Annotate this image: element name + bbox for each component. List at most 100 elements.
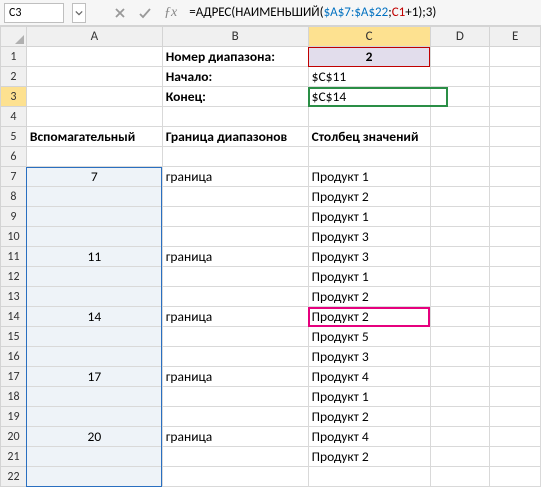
- cell[interactable]: [430, 287, 490, 307]
- cell-boundary[interactable]: [162, 347, 308, 367]
- cell-value[interactable]: Продукт 2: [308, 307, 430, 327]
- cell[interactable]: [490, 447, 541, 467]
- cell-value[interactable]: Продукт 2: [308, 447, 430, 467]
- row-header[interactable]: 9: [1, 207, 27, 227]
- formula-input[interactable]: =АДРЕС(НАИМЕНЬШИЙ($A$7:$A$22;C1+1);3): [185, 5, 537, 20]
- cell[interactable]: [490, 347, 541, 367]
- row-header[interactable]: 16: [1, 347, 27, 367]
- cell-aux[interactable]: [26, 347, 162, 367]
- cell[interactable]: [490, 407, 541, 427]
- row-header[interactable]: 5: [1, 127, 27, 147]
- cell-aux[interactable]: [26, 267, 162, 287]
- cell[interactable]: [430, 467, 490, 487]
- cell[interactable]: [430, 147, 490, 167]
- cell-boundary[interactable]: граница: [162, 247, 308, 267]
- cell-end-value[interactable]: $C$14: [308, 87, 430, 107]
- cell-boundary[interactable]: [162, 387, 308, 407]
- cell-range-number-value[interactable]: 2: [308, 47, 430, 67]
- row-header[interactable]: 14: [1, 307, 27, 327]
- row-header[interactable]: 6: [1, 147, 27, 167]
- cell-value[interactable]: Продукт 2: [308, 287, 430, 307]
- cell[interactable]: [490, 367, 541, 387]
- cell-end-label[interactable]: Конец:: [162, 87, 308, 107]
- cell-value[interactable]: Продукт 3: [308, 347, 430, 367]
- cell[interactable]: [26, 87, 162, 107]
- cell-aux[interactable]: 7: [26, 167, 162, 187]
- enter-icon[interactable]: [138, 7, 152, 19]
- cell-aux[interactable]: [26, 187, 162, 207]
- row-header[interactable]: 2: [1, 67, 27, 87]
- cell-boundary[interactable]: [162, 267, 308, 287]
- cell-aux[interactable]: 11: [26, 247, 162, 267]
- cell[interactable]: [490, 67, 541, 87]
- cell[interactable]: [430, 387, 490, 407]
- header-boundary[interactable]: Граница диапазонов: [162, 127, 308, 147]
- cell-boundary[interactable]: граница: [162, 367, 308, 387]
- cell[interactable]: [490, 47, 541, 67]
- cell-boundary[interactable]: [162, 327, 308, 347]
- cell-value[interactable]: Продукт 1: [308, 387, 430, 407]
- cell-aux[interactable]: [26, 287, 162, 307]
- cell-value[interactable]: Продукт 3: [308, 247, 430, 267]
- cell-boundary[interactable]: [162, 467, 308, 487]
- cell[interactable]: [490, 147, 541, 167]
- cell[interactable]: [430, 447, 490, 467]
- cell-value[interactable]: Продукт 2: [308, 187, 430, 207]
- name-box[interactable]: C3: [4, 3, 64, 23]
- cell[interactable]: [430, 267, 490, 287]
- row-header[interactable]: 22: [1, 467, 27, 487]
- col-header-a[interactable]: A: [26, 27, 162, 47]
- cell[interactable]: [490, 387, 541, 407]
- cell-value[interactable]: Продукт 1: [308, 207, 430, 227]
- cell[interactable]: [490, 427, 541, 447]
- cell-boundary[interactable]: [162, 207, 308, 227]
- cell-value[interactable]: Продукт 2: [308, 407, 430, 427]
- cell[interactable]: [26, 67, 162, 87]
- cell[interactable]: [430, 247, 490, 267]
- cell[interactable]: [162, 147, 308, 167]
- cell[interactable]: [490, 227, 541, 247]
- cell[interactable]: [430, 207, 490, 227]
- row-header[interactable]: 4: [1, 107, 27, 127]
- cell[interactable]: [490, 467, 541, 487]
- cell-boundary[interactable]: [162, 407, 308, 427]
- row-header[interactable]: 11: [1, 247, 27, 267]
- name-box-dropdown[interactable]: [72, 3, 86, 23]
- row-header[interactable]: 18: [1, 387, 27, 407]
- col-header-c[interactable]: C: [308, 27, 430, 47]
- cell[interactable]: [26, 47, 162, 67]
- cell-aux[interactable]: [26, 227, 162, 247]
- cell-value[interactable]: Продукт 1: [308, 267, 430, 287]
- cell-aux[interactable]: [26, 467, 162, 487]
- col-header-e[interactable]: E: [490, 27, 541, 47]
- cell-aux[interactable]: [26, 407, 162, 427]
- cell-boundary[interactable]: граница: [162, 167, 308, 187]
- spreadsheet-grid[interactable]: A B C D E 1 Номер диапазона: 2 2 Начало:…: [0, 26, 541, 487]
- cell-value[interactable]: Продукт 4: [308, 427, 430, 447]
- cell-aux[interactable]: [26, 207, 162, 227]
- cell-aux[interactable]: [26, 447, 162, 467]
- cell[interactable]: [430, 127, 490, 147]
- row-header[interactable]: 20: [1, 427, 27, 447]
- cell-value[interactable]: Продукт 3: [308, 227, 430, 247]
- cell[interactable]: [490, 127, 541, 147]
- cell[interactable]: [430, 187, 490, 207]
- cell[interactable]: [430, 87, 490, 107]
- cell[interactable]: [430, 67, 490, 87]
- cell[interactable]: [490, 167, 541, 187]
- row-header[interactable]: 19: [1, 407, 27, 427]
- row-header[interactable]: 21: [1, 447, 27, 467]
- cell-range-number-label[interactable]: Номер диапазона:: [162, 47, 308, 67]
- cell-boundary[interactable]: граница: [162, 307, 308, 327]
- cell[interactable]: [430, 47, 490, 67]
- cell-aux[interactable]: 17: [26, 367, 162, 387]
- cell-boundary[interactable]: [162, 447, 308, 467]
- cell[interactable]: [430, 307, 490, 327]
- cell[interactable]: [430, 367, 490, 387]
- cell[interactable]: [490, 107, 541, 127]
- cell[interactable]: [490, 327, 541, 347]
- col-header-d[interactable]: D: [430, 27, 490, 47]
- cell[interactable]: [430, 327, 490, 347]
- cell[interactable]: [430, 107, 490, 127]
- cell-boundary[interactable]: [162, 187, 308, 207]
